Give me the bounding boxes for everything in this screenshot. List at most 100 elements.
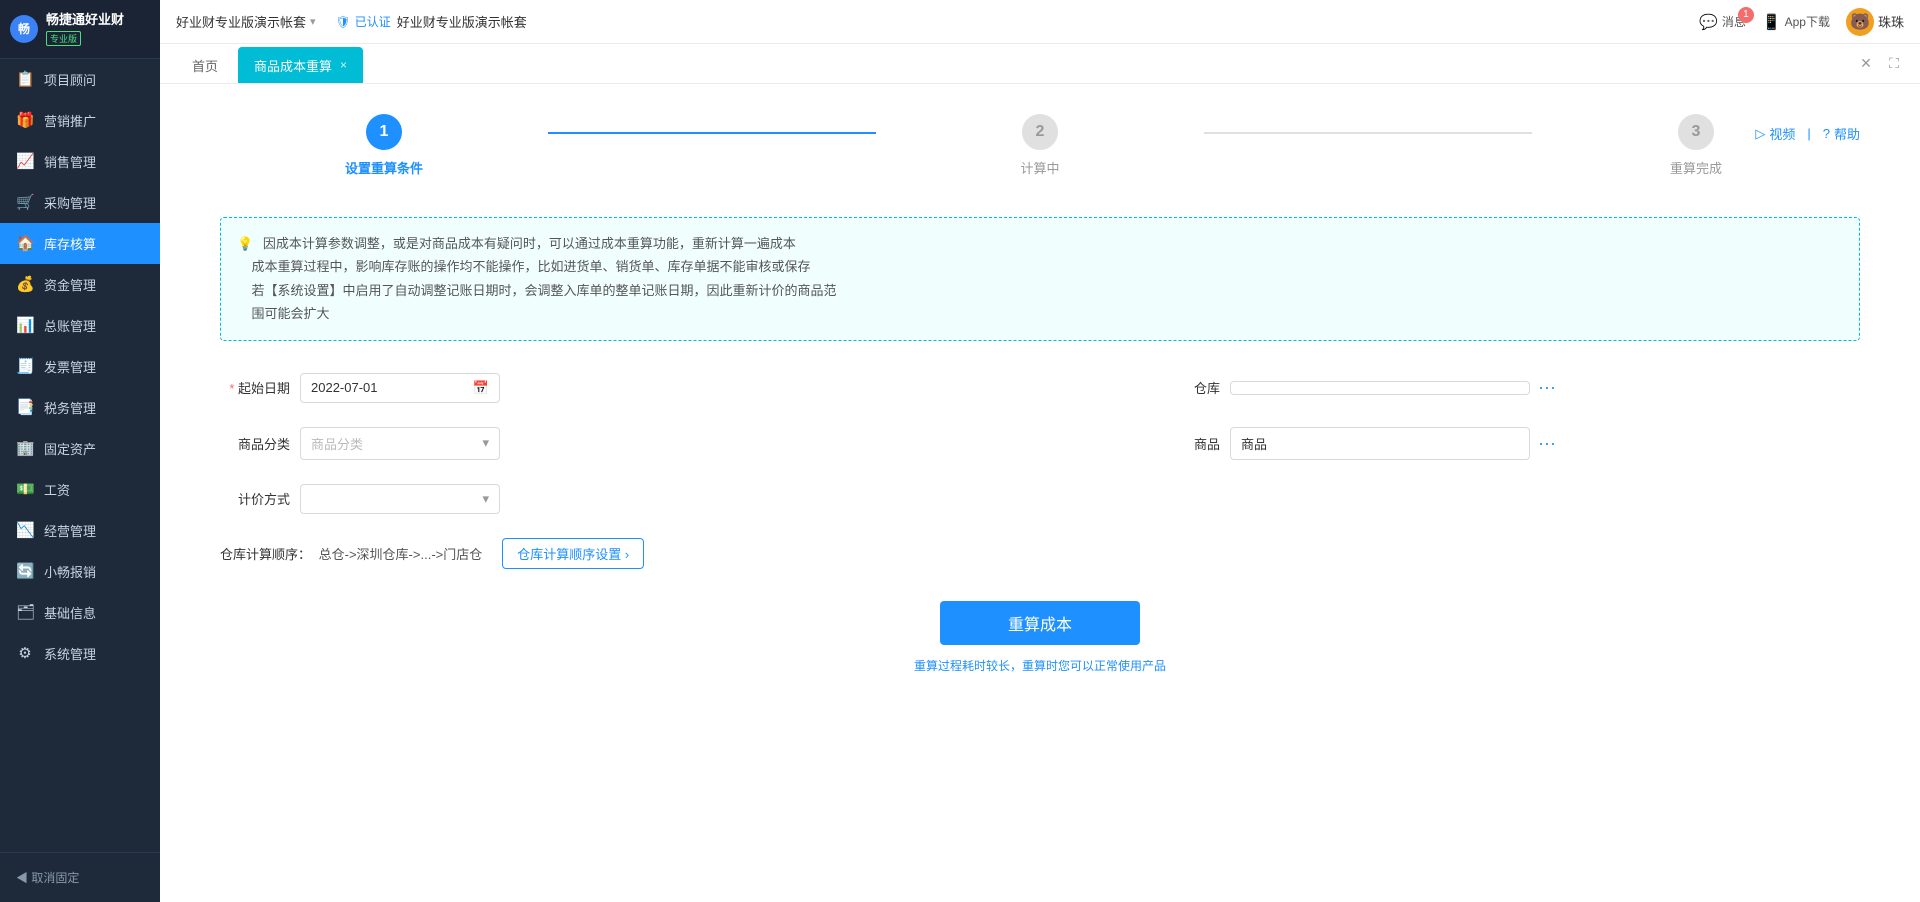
app-download-button[interactable]: 📱 App下载 bbox=[1762, 13, 1830, 31]
step-2-label: 计算中 bbox=[1020, 158, 1059, 177]
sidebar-item-operation[interactable]: 📉 经营管理 bbox=[0, 510, 160, 551]
sidebar-item-label-system: 系统管理 bbox=[44, 644, 96, 663]
start-date-input[interactable]: 2022-07-01 📅 bbox=[300, 373, 500, 403]
chevron-down-icon: ▾ bbox=[310, 15, 316, 28]
sidebar-item-inventory[interactable]: 🏠 库存核算 bbox=[0, 223, 160, 264]
sidebar-item-label-assets: 固定资产 bbox=[44, 439, 96, 458]
step-2-circle: 2 bbox=[1022, 114, 1058, 150]
system-icon: ⚙ bbox=[16, 644, 34, 662]
sidebar-item-label-purchase: 采购管理 bbox=[44, 193, 96, 212]
sidebar-nav: 📋 项目顾问 🎁 营销推广 📈 销售管理 🛒 采购管理 🏠 库存核算 💰 资金管… bbox=[0, 59, 160, 674]
video-button[interactable]: ▷ 视频 bbox=[1755, 124, 1795, 143]
sidebar-item-system[interactable]: ⚙ 系统管理 bbox=[0, 633, 160, 674]
salary-icon: 💵 bbox=[16, 480, 34, 498]
sidebar-item-label-accounting: 总账管理 bbox=[44, 316, 96, 335]
sidebar-item-label-project: 项目顾问 bbox=[44, 70, 96, 89]
sidebar-item-salary[interactable]: 💵 工资 bbox=[0, 469, 160, 510]
tab-close-icon[interactable]: × bbox=[340, 58, 347, 72]
sidebar: 畅 畅捷通好业财 专业版 📋 项目顾问 🎁 营销推广 📈 销售管理 🛒 采购管理… bbox=[0, 0, 160, 902]
price-method-label: 计价方式 bbox=[220, 489, 290, 508]
goods-label: 商品 bbox=[1120, 434, 1220, 453]
form-row-1: 起始日期 2022-07-01 📅 仓库 ··· bbox=[220, 373, 1860, 403]
calc-order-settings-button[interactable]: 仓库计算顺序设置 › bbox=[502, 538, 644, 569]
logo-icon: 畅 bbox=[10, 15, 38, 43]
sidebar-item-purchase[interactable]: 🛒 采购管理 bbox=[0, 182, 160, 223]
cancel-pin-button[interactable]: ◀ 取消固定 bbox=[0, 861, 160, 894]
sidebar-item-sales[interactable]: 📈 销售管理 bbox=[0, 141, 160, 182]
accounting-icon: 📊 bbox=[16, 316, 34, 334]
message-button[interactable]: 💬 消息 1 bbox=[1699, 13, 1746, 31]
chevron-down-icon: ▾ bbox=[482, 491, 489, 507]
play-icon: ▷ bbox=[1755, 126, 1765, 142]
warehouse-more-button[interactable]: ··· bbox=[1530, 377, 1564, 398]
close-window-button[interactable]: ✕ bbox=[1856, 54, 1876, 74]
sidebar-item-label-operation: 经营管理 bbox=[44, 521, 96, 540]
topbar-left: 好业财专业版演示帐套 ▾ 🛡 已认证 好业财专业版演示帐套 bbox=[176, 12, 1699, 31]
basic-icon: 🗂 bbox=[16, 603, 34, 621]
sidebar-item-accounting[interactable]: 📊 总账管理 bbox=[0, 305, 160, 346]
sidebar-item-label-marketing: 营销推广 bbox=[44, 111, 96, 130]
sidebar-item-label-finance: 资金管理 bbox=[44, 275, 96, 294]
goods-input[interactable]: 商品 bbox=[1230, 427, 1530, 460]
submit-area: 重算成本 重算过程耗时较长，重算时您可以正常使用产品 bbox=[220, 601, 1860, 674]
step-2: 2 计算中 bbox=[876, 114, 1204, 177]
avatar-icon: 🐻 bbox=[1846, 8, 1874, 36]
warehouse-group: 仓库 ··· bbox=[1040, 377, 1860, 398]
goods-more-button[interactable]: ··· bbox=[1530, 433, 1564, 454]
price-method-group: 计价方式 ▾ bbox=[220, 484, 1860, 514]
warehouse-input[interactable] bbox=[1230, 381, 1530, 395]
warehouse-label: 仓库 bbox=[1120, 378, 1220, 397]
sidebar-item-expense[interactable]: 🔄 小畅报销 bbox=[0, 551, 160, 592]
chevron-down-icon: ▾ bbox=[482, 435, 489, 451]
bulb-icon: 💡 bbox=[237, 232, 253, 255]
verified-badge: 🛡 已认证 好业财专业版演示帐套 bbox=[336, 12, 527, 31]
help-button[interactable]: ? 帮助 bbox=[1823, 124, 1860, 143]
sidebar-item-marketing[interactable]: 🎁 营销推广 bbox=[0, 100, 160, 141]
tabs-bar: 首页 商品成本重算 × ✕ ⛶ bbox=[160, 44, 1920, 84]
sidebar-item-label-invoice: 发票管理 bbox=[44, 357, 96, 376]
sidebar-item-assets[interactable]: 🏢 固定资产 bbox=[0, 428, 160, 469]
finance-icon: 💰 bbox=[16, 275, 34, 293]
step-3-circle: 3 bbox=[1678, 114, 1714, 150]
project-icon: 📋 bbox=[16, 70, 34, 88]
sidebar-item-basic[interactable]: 🗂 基础信息 bbox=[0, 592, 160, 633]
expand-window-button[interactable]: ⛶ bbox=[1884, 54, 1904, 74]
sidebar-logo: 畅 畅捷通好业财 专业版 bbox=[0, 0, 160, 59]
topbar-right: 💬 消息 1 📱 App下载 🐻 珠珠 bbox=[1699, 8, 1904, 36]
step-line-2 bbox=[1204, 132, 1532, 134]
start-date-label: 起始日期 bbox=[220, 378, 290, 397]
help-icon: ? bbox=[1823, 126, 1830, 141]
sidebar-item-project[interactable]: 📋 项目顾问 bbox=[0, 59, 160, 100]
sidebar-item-finance[interactable]: 💰 资金管理 bbox=[0, 264, 160, 305]
assets-icon: 🏢 bbox=[16, 439, 34, 457]
operation-icon: 📉 bbox=[16, 521, 34, 539]
topbar: 好业财专业版演示帐套 ▾ 🛡 已认证 好业财专业版演示帐套 💬 消息 1 📱 A… bbox=[160, 0, 1920, 44]
tab-cost-recalc[interactable]: 商品成本重算 × bbox=[238, 47, 363, 83]
recalc-button[interactable]: 重算成本 bbox=[940, 601, 1140, 645]
sidebar-bottom: ◀ 取消固定 bbox=[0, 852, 160, 902]
category-label: 商品分类 bbox=[220, 434, 290, 453]
start-date-group: 起始日期 2022-07-01 📅 bbox=[220, 373, 1040, 403]
logo-text: 畅捷通好业财 专业版 bbox=[46, 12, 124, 46]
tab-home[interactable]: 首页 bbox=[176, 47, 234, 83]
window-controls: ✕ ⛶ bbox=[1856, 54, 1904, 74]
category-select[interactable]: 商品分类 ▾ bbox=[300, 427, 500, 460]
phone-icon: 📱 bbox=[1762, 13, 1781, 31]
form-row-3: 计价方式 ▾ bbox=[220, 484, 1860, 514]
sidebar-item-invoice[interactable]: 🧾 发票管理 bbox=[0, 346, 160, 387]
step-3-label: 重算完成 bbox=[1670, 158, 1722, 177]
calendar-icon: 📅 bbox=[473, 380, 489, 396]
price-method-select[interactable]: ▾ bbox=[300, 484, 500, 514]
purchase-icon: 🛒 bbox=[16, 193, 34, 211]
sidebar-item-label-sales: 销售管理 bbox=[44, 152, 96, 171]
sidebar-item-tax[interactable]: 📑 税务管理 bbox=[0, 387, 160, 428]
content-area: 1 设置重算条件 2 计算中 3 重算完成 ▷ 视频 | ? bbox=[160, 84, 1920, 902]
sidebar-item-label-expense: 小畅报销 bbox=[44, 562, 96, 581]
calc-order-row: 仓库计算顺序： 总仓->深圳仓库->...->门店仓 仓库计算顺序设置 › bbox=[220, 538, 1860, 569]
company-selector[interactable]: 好业财专业版演示帐套 ▾ bbox=[176, 12, 316, 31]
user-avatar[interactable]: 🐻 珠珠 bbox=[1846, 8, 1904, 36]
form-row-2: 商品分类 商品分类 ▾ 商品 商品 ··· bbox=[220, 427, 1860, 460]
recalc-hint: 重算过程耗时较长，重算时您可以正常使用产品 bbox=[914, 657, 1166, 674]
sidebar-item-label-basic: 基础信息 bbox=[44, 603, 96, 622]
step-1-label: 设置重算条件 bbox=[345, 158, 423, 177]
